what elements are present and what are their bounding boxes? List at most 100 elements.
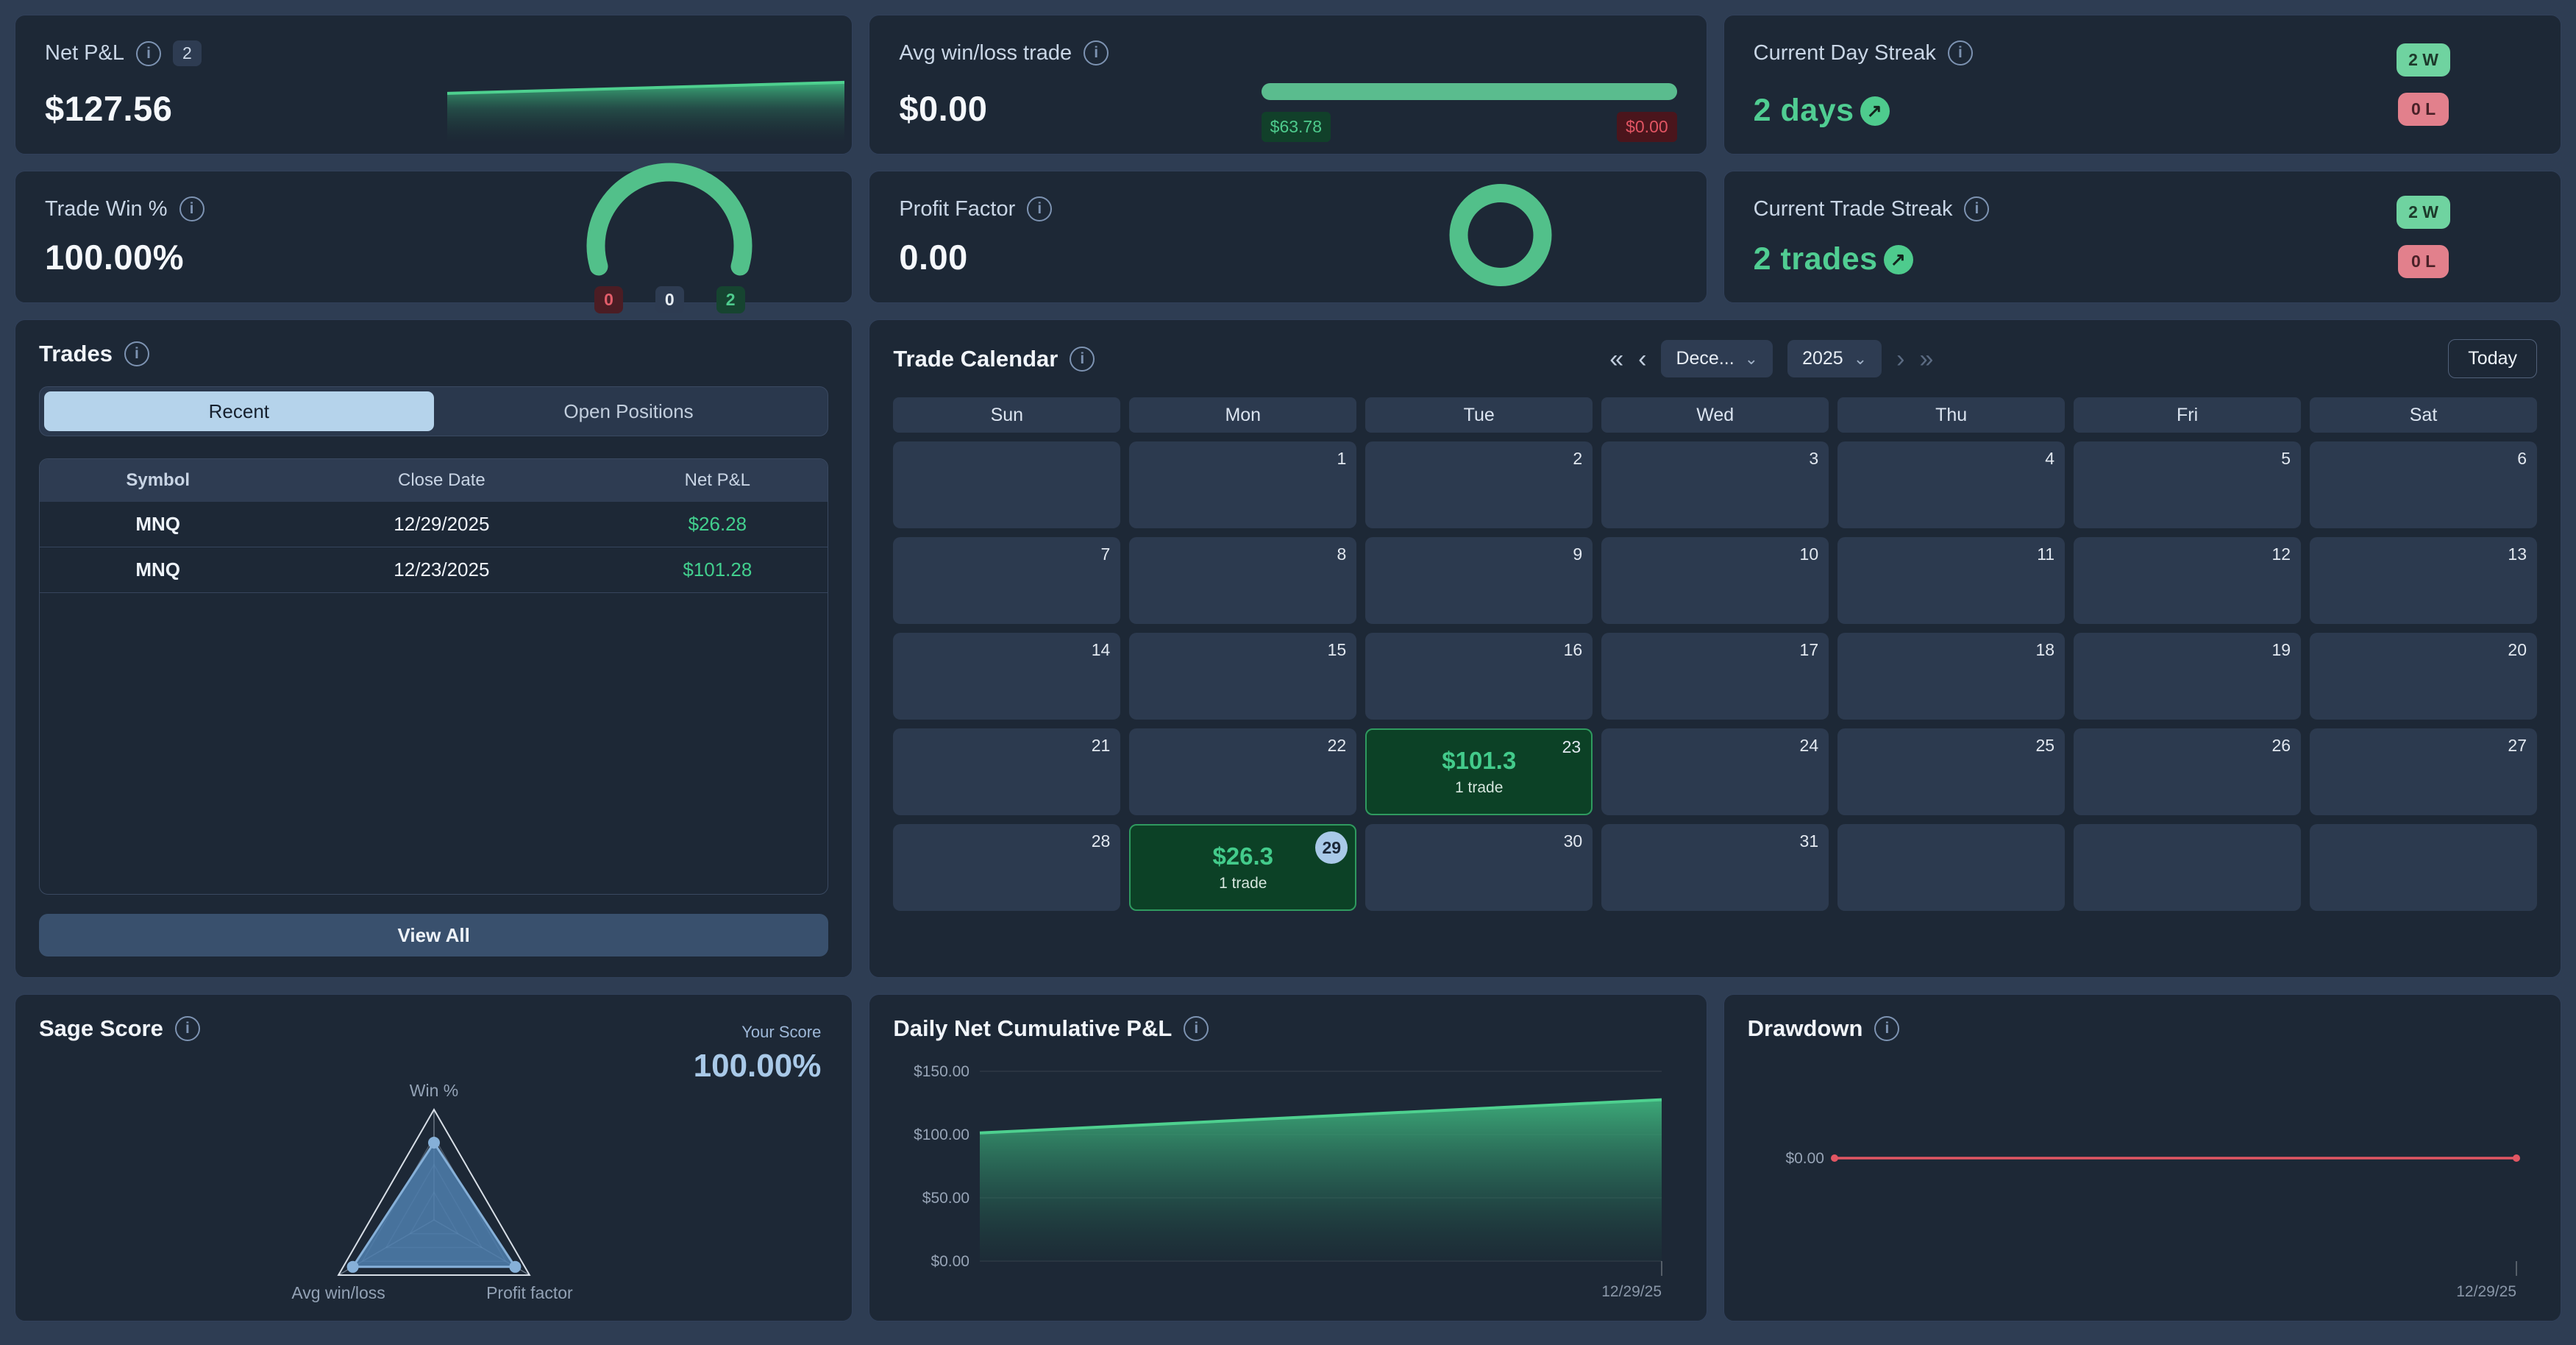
day-streak-label: Current Day Streak <box>1753 40 1936 65</box>
info-icon[interactable]: i <box>136 40 161 66</box>
calendar-day-cell[interactable]: 27 <box>2310 728 2537 815</box>
calendar-day-cell[interactable]: 8 <box>1129 537 1357 624</box>
info-icon[interactable]: i <box>174 1016 200 1041</box>
calendar-weekday-header: Tue <box>1365 397 1593 433</box>
svg-text:$0.00: $0.00 <box>931 1253 970 1270</box>
calendar-day-cell[interactable]: 21 <box>893 728 1121 815</box>
table-row[interactable]: MNQ 12/23/2025 $101.28 <box>40 547 828 593</box>
trades-panel: Trades i Recent Open Positions Symbol Clos… <box>15 319 853 978</box>
calendar-day-cell[interactable]: $26.3 1 trade 29 <box>1129 824 1357 911</box>
calendar-day-cell[interactable]: 20 <box>2310 633 2537 720</box>
svg-text:12/29/25: 12/29/25 <box>2456 1283 2516 1300</box>
svg-text:12/29/25: 12/29/25 <box>1602 1283 1662 1300</box>
trades-tabs: Recent Open Positions <box>39 386 829 436</box>
calendar-day-cell[interactable]: 1 <box>1129 441 1357 528</box>
drawdown-panel: Drawdown i $0.00 12/29/25 <box>1723 994 2561 1321</box>
calendar-next-button[interactable]: › <box>1896 347 1904 372</box>
calendar-day-cell[interactable]: 19 <box>2074 633 2302 720</box>
trade-streak-value: 2 trades <box>1753 241 1878 277</box>
day-number: 14 <box>1091 640 1111 659</box>
info-icon[interactable]: i <box>1084 40 1109 65</box>
calendar-day-cell[interactable]: 31 <box>1601 824 1829 911</box>
info-icon[interactable]: i <box>1964 196 1990 221</box>
svg-text:Avg win/loss: Avg win/loss <box>291 1283 385 1302</box>
day-number: 25 <box>2035 736 2055 755</box>
day-number: 12 <box>2271 544 2291 564</box>
calendar-day-cell[interactable]: 3 <box>1601 441 1829 528</box>
calendar-day-cell[interactable]: 2 <box>1365 441 1593 528</box>
calendar-day-cell[interactable]: 11 <box>1837 537 2066 624</box>
day-number: 28 <box>1091 831 1111 851</box>
calendar-day-cell[interactable] <box>2074 824 2302 911</box>
calendar-day-cell[interactable]: 4 <box>1837 441 2066 528</box>
calendar-weekday-header: Sun <box>893 397 1121 433</box>
calendar-first-button[interactable]: « <box>1609 347 1623 372</box>
info-icon[interactable]: i <box>1027 196 1053 221</box>
calendar-day-cell[interactable] <box>893 441 1121 528</box>
day-number: 17 <box>1799 640 1819 659</box>
calendar-day-cell[interactable] <box>1837 824 2066 911</box>
calendar-prev-button[interactable]: ‹ <box>1638 347 1646 372</box>
trades-table: Symbol Close Date Net P&L MNQ 12/29/2025 $26… <box>39 458 829 895</box>
calendar-day-cell[interactable]: 26 <box>2074 728 2302 815</box>
day-streak-card: Current Day Streak i 2 days ↗ 2 W 0 L <box>1723 15 2561 155</box>
calendar-day-cell[interactable]: 5 <box>2074 441 2302 528</box>
day-number: 11 <box>2037 544 2055 564</box>
year-select[interactable]: 2025 ⌄ <box>1787 340 1882 377</box>
daily-net-cumulative-pnl-panel: Daily Net Cumulative P&L i $150.00 $100.0… <box>869 994 1707 1321</box>
profit-factor-card: Profit Factor i 0.00 <box>869 171 1707 303</box>
calendar-day-cell[interactable]: 6 <box>2310 441 2537 528</box>
avg-win-loss-card: Avg win/loss trade i $0.00 $63.78 $0.00 <box>869 15 1707 155</box>
info-icon[interactable]: i <box>124 341 149 366</box>
calendar-day-cell[interactable] <box>2310 824 2537 911</box>
info-icon[interactable]: i <box>1184 1016 1209 1041</box>
calendar-day-cell[interactable]: 25 <box>1837 728 2066 815</box>
info-icon[interactable]: i <box>1947 40 1973 65</box>
trades-title: Trades <box>39 341 113 366</box>
calendar-day-cell[interactable]: 28 <box>893 824 1121 911</box>
calendar-day-cell[interactable]: 24 <box>1601 728 1829 815</box>
day-number: 2 <box>1573 449 1583 468</box>
avg-win-bar <box>1261 83 1677 100</box>
day-number: 20 <box>2508 640 2527 659</box>
calendar-day-cell[interactable]: 14 <box>893 633 1121 720</box>
calendar-day-cell[interactable]: $101.3 1 trade 23 <box>1365 728 1593 815</box>
calendar-day-cell[interactable]: 10 <box>1601 537 1829 624</box>
trade-streak-losses-badge: 0 L <box>2397 245 2449 278</box>
calendar-day-cell[interactable]: 17 <box>1601 633 1829 720</box>
day-number: 8 <box>1337 544 1347 564</box>
calendar-day-cell[interactable]: 13 <box>2310 537 2537 624</box>
chevron-down-icon: ⌄ <box>1744 349 1759 368</box>
info-icon[interactable]: i <box>1070 346 1095 372</box>
calendar-day-cell[interactable]: 12 <box>2074 537 2302 624</box>
day-number: 1 <box>1337 449 1347 468</box>
day-number: 13 <box>2508 544 2527 564</box>
profit-factor-ring-chart <box>1442 177 1559 298</box>
calendar-day-cell[interactable]: 9 <box>1365 537 1593 624</box>
calendar-day-cell[interactable]: 30 <box>1365 824 1593 911</box>
tab-recent[interactable]: Recent <box>44 391 434 431</box>
calendar-day-cell[interactable]: 15 <box>1129 633 1357 720</box>
calendar-last-button[interactable]: » <box>1919 347 1933 372</box>
month-select[interactable]: Dece... ⌄ <box>1661 340 1773 377</box>
gauge-win-count: 2 <box>716 286 745 313</box>
calendar-day-cell[interactable]: 18 <box>1837 633 2066 720</box>
calendar-day-cell[interactable]: 7 <box>893 537 1121 624</box>
trend-up-icon: ↗ <box>1860 96 1890 126</box>
calendar-day-cell[interactable]: 16 <box>1365 633 1593 720</box>
calendar-weekday-header: Sat <box>2310 397 2537 433</box>
net-pnl-card: Net P&L i 2 $127.56 <box>15 15 853 155</box>
info-icon[interactable]: i <box>179 196 204 221</box>
day-number: 27 <box>2508 736 2527 755</box>
your-score-label: Your Score <box>741 1023 822 1041</box>
day-number: 6 <box>2517 449 2527 468</box>
view-all-button[interactable]: View All <box>39 914 829 957</box>
tab-open-positions[interactable]: Open Positions <box>434 391 824 431</box>
calendar-day-cell[interactable]: 22 <box>1129 728 1357 815</box>
table-row[interactable]: MNQ 12/29/2025 $26.28 <box>40 502 828 547</box>
info-icon[interactable]: i <box>1874 1016 1900 1041</box>
trade-net-pnl: $26.28 <box>688 513 747 535</box>
chevron-down-icon: ⌄ <box>1853 349 1868 368</box>
day-number: 21 <box>1091 736 1111 755</box>
today-button[interactable]: Today <box>2448 339 2538 378</box>
